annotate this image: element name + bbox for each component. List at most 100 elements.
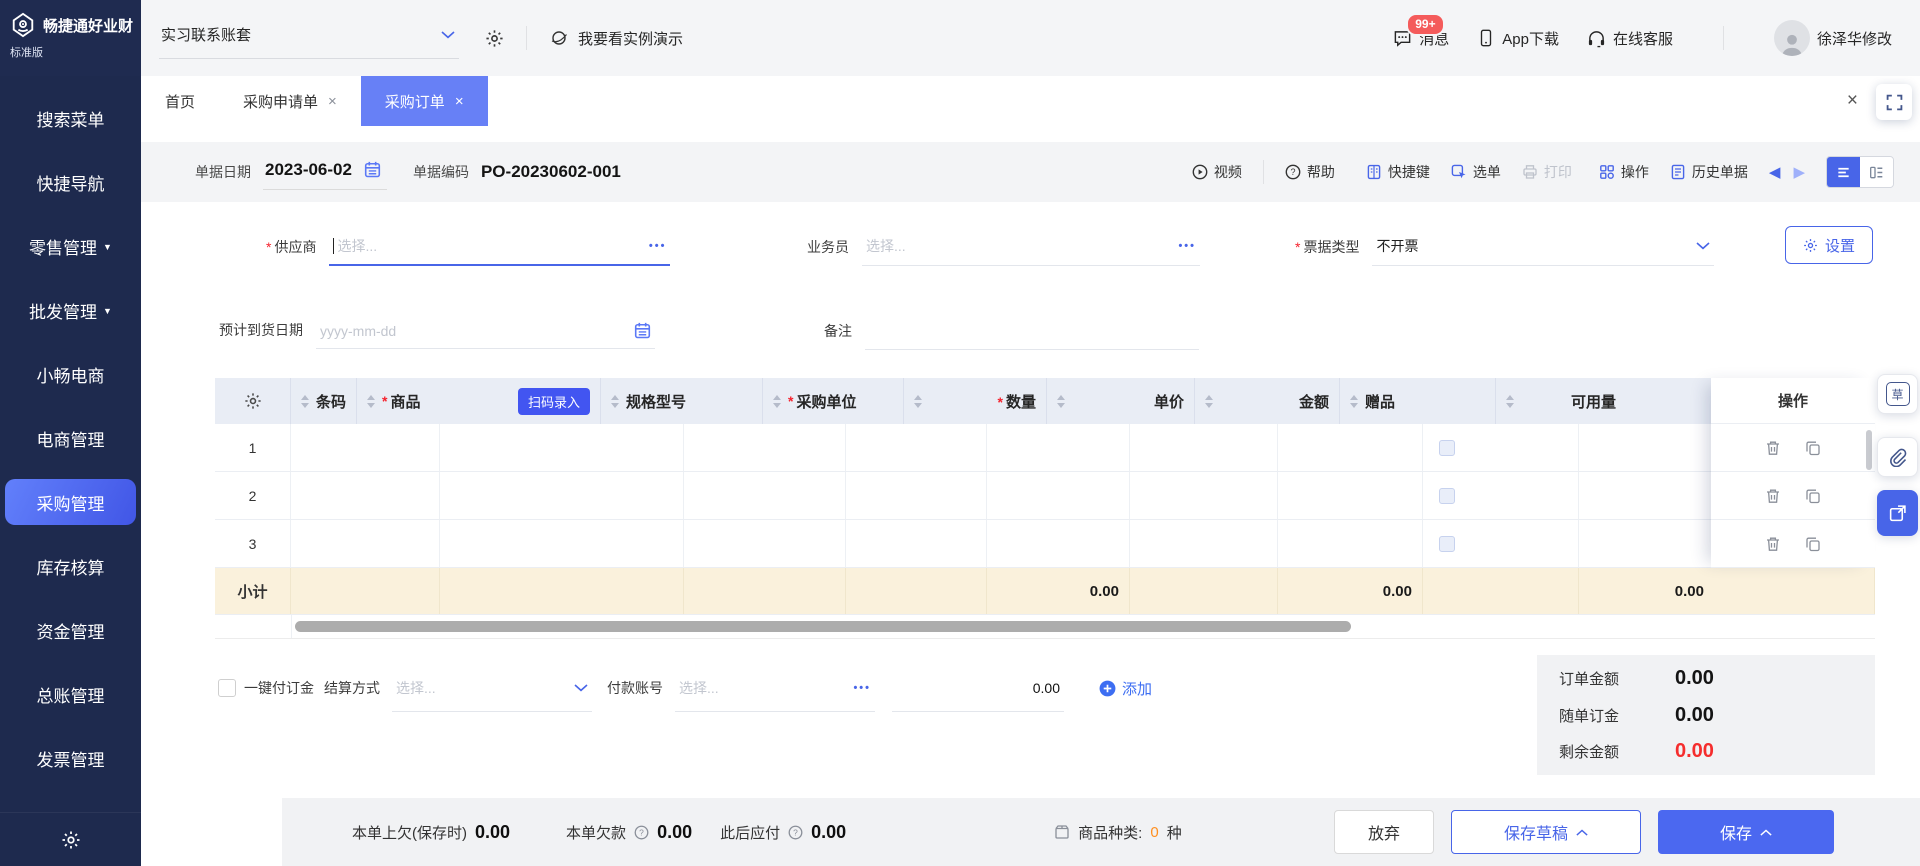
vertical-scrollbar[interactable] [1866, 430, 1872, 470]
supplier-input[interactable]: 选择... ••• [329, 236, 671, 266]
account-select[interactable]: 实习联系账套 [159, 17, 459, 59]
draft-float-button[interactable]: 草 [1877, 374, 1918, 414]
column-header-barcode[interactable]: 条码 [291, 378, 358, 424]
deposit-amount-input[interactable]: 0.00 [892, 664, 1064, 712]
price-cell[interactable] [1130, 424, 1278, 471]
unit-cell[interactable] [846, 424, 987, 471]
barcode-cell[interactable] [291, 520, 440, 567]
horizontal-scrollbar[interactable] [295, 621, 1351, 632]
amount-cell[interactable] [1278, 520, 1423, 567]
list-view-button[interactable] [1827, 157, 1860, 187]
goods-cell[interactable] [440, 424, 684, 471]
sidebar-item-purchase[interactable]: 采购管理 [5, 479, 136, 525]
delete-row-icon[interactable] [1765, 488, 1781, 504]
settle-method-select[interactable]: 选择... [392, 664, 592, 712]
next-doc-icon[interactable]: ▶ [1793, 163, 1805, 181]
attachment-float-button[interactable] [1877, 437, 1918, 477]
video-button[interactable]: 视频 [1192, 162, 1242, 182]
price-cell[interactable] [1130, 472, 1278, 519]
sidebar-item-xiaochang-ecom[interactable]: 小畅电商 [0, 342, 141, 406]
amount-cell[interactable] [1278, 472, 1423, 519]
help-circle-icon[interactable] [788, 825, 803, 840]
sort-icon[interactable] [1057, 394, 1066, 408]
salesman-input[interactable]: 选择... ••• [862, 236, 1200, 266]
help-circle-icon[interactable] [634, 825, 649, 840]
column-header-qty[interactable]: * 数量 [904, 378, 1048, 424]
card-view-button[interactable] [1860, 157, 1893, 187]
hotkey-button[interactable]: 快捷键 [1366, 162, 1430, 182]
sidebar-item-ledger[interactable]: 总账管理 [0, 662, 141, 726]
sidebar-settings-gear-icon[interactable] [0, 812, 141, 866]
qty-cell[interactable] [987, 520, 1130, 567]
help-button[interactable]: 帮助 [1285, 162, 1335, 182]
sidebar-item-ecom[interactable]: 电商管理 [0, 406, 141, 470]
sort-icon[interactable] [611, 394, 620, 408]
calendar-icon[interactable] [634, 322, 651, 339]
goods-cell[interactable] [440, 520, 684, 567]
supplier-lookup-icon[interactable]: ••• [649, 240, 667, 252]
history-button[interactable]: 历史单据 [1670, 162, 1748, 182]
column-header-price[interactable]: 单价 [1047, 378, 1196, 424]
gift-checkbox[interactable] [1439, 487, 1455, 504]
fullscreen-button[interactable] [1876, 84, 1912, 120]
copy-row-icon[interactable] [1805, 488, 1821, 504]
invoice-type-select[interactable]: 不开票 [1372, 236, 1715, 266]
expand-float-button[interactable] [1877, 490, 1918, 536]
goods-cell[interactable] [440, 472, 684, 519]
sort-icon[interactable] [914, 394, 923, 408]
onekey-deposit-checkbox[interactable] [218, 679, 236, 697]
tab-home[interactable]: 首页 [141, 76, 219, 126]
sort-icon[interactable] [301, 394, 309, 408]
operations-button[interactable]: 操作 [1599, 162, 1649, 182]
discard-button[interactable]: 放弃 [1334, 810, 1434, 854]
tab-purchase-request[interactable]: 采购申请单 × [219, 76, 361, 126]
remark-input[interactable] [865, 320, 1199, 350]
barcode-cell[interactable] [291, 424, 440, 471]
column-header-spec[interactable]: 规格型号 [601, 378, 764, 424]
amount-cell[interactable] [1278, 424, 1423, 471]
sort-icon[interactable] [1506, 394, 1515, 408]
sort-icon[interactable] [1205, 394, 1214, 408]
date-field[interactable]: 2023-06-02 [263, 155, 387, 190]
pay-account-lookup-icon[interactable]: ••• [853, 682, 871, 694]
sidebar-item-quick-nav[interactable]: 快捷导航 [0, 150, 141, 214]
qty-cell[interactable] [987, 424, 1130, 471]
close-panel-icon[interactable]: × [1847, 91, 1858, 110]
column-header-unit[interactable]: * 采购单位 [763, 378, 905, 424]
salesman-lookup-icon[interactable]: ••• [1178, 240, 1196, 252]
delete-row-icon[interactable] [1765, 536, 1781, 552]
pay-account-input[interactable]: 选择... ••• [675, 664, 875, 712]
delete-row-icon[interactable] [1765, 440, 1781, 456]
online-service-button[interactable]: 在线客服 [1587, 28, 1673, 49]
print-button[interactable]: 打印 [1522, 162, 1572, 182]
sidebar-item-inventory[interactable]: 库存核算 [0, 534, 141, 598]
sidebar-item-invoice[interactable]: 发票管理 [0, 726, 141, 790]
scan-entry-button[interactable]: 扫码录入 [518, 387, 591, 415]
tab-purchase-order[interactable]: 采购订单 × [360, 76, 488, 126]
close-icon[interactable]: × [455, 94, 464, 109]
settings-button[interactable]: 设置 [1785, 226, 1873, 264]
spec-cell[interactable] [684, 520, 846, 567]
sidebar-item-retail[interactable]: 零售管理 ▼ [0, 214, 141, 278]
copy-row-icon[interactable] [1805, 440, 1821, 456]
price-cell[interactable] [1130, 520, 1278, 567]
column-settings-gear-icon[interactable] [215, 378, 291, 424]
add-payment-button[interactable]: 添加 [1099, 678, 1152, 699]
spec-cell[interactable] [684, 424, 846, 471]
sort-icon[interactable] [367, 394, 376, 408]
pick-order-button[interactable]: 选单 [1451, 162, 1501, 182]
account-settings-gear-icon[interactable] [485, 29, 504, 48]
copy-row-icon[interactable] [1805, 536, 1821, 552]
spec-cell[interactable] [684, 472, 846, 519]
column-header-goods[interactable]: * 商品 扫码录入 [357, 378, 602, 424]
user-menu[interactable]: 徐泽华修改 [1773, 20, 1892, 56]
close-icon[interactable]: × [328, 94, 337, 109]
calendar-icon[interactable] [364, 161, 381, 178]
unit-cell[interactable] [846, 520, 987, 567]
gift-checkbox[interactable] [1439, 535, 1455, 552]
sort-icon[interactable] [773, 394, 782, 408]
messages-button[interactable]: 99+ 消息 [1393, 12, 1449, 49]
column-header-gift[interactable]: 赠品 [1340, 378, 1497, 424]
column-header-amount[interactable]: 金额 [1195, 378, 1341, 424]
save-draft-button[interactable]: 保存草稿 [1451, 810, 1641, 854]
